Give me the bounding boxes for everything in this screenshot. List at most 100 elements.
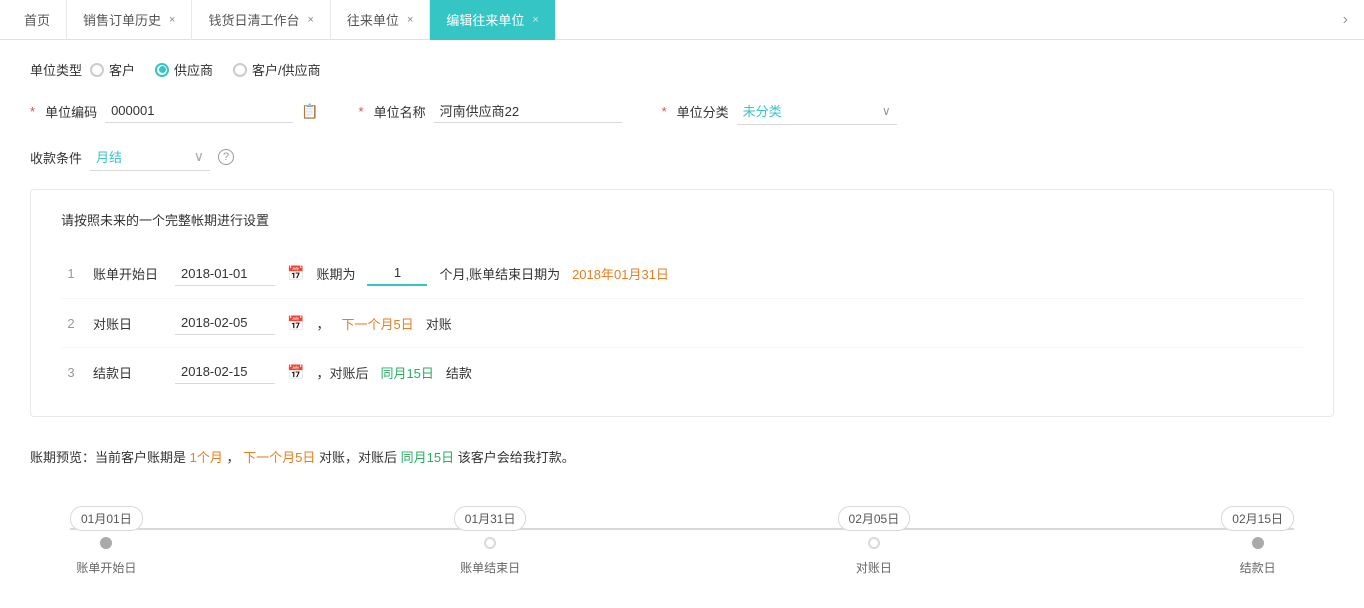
code-calendar-icon[interactable]: 📋 — [301, 103, 318, 120]
preview-mid2: 对账，对账后 — [319, 450, 397, 465]
row-2-date-input[interactable] — [175, 311, 275, 335]
radio-customer-supplier-label: 客户/供应商 — [252, 60, 321, 79]
radio-supplier[interactable]: 供应商 — [155, 60, 213, 79]
row-1-label: 账单开始日 — [93, 264, 163, 283]
tab-partner-list-label: 往来单位 — [347, 10, 399, 29]
code-input[interactable] — [105, 99, 293, 123]
row-3-prefix-highlight: 同月15日 — [380, 363, 433, 382]
category-select[interactable]: 未分类 ∨ — [737, 97, 897, 125]
payment-select[interactable]: 月结 ∨ — [90, 143, 210, 171]
unit-type-row: 单位类型 客户 供应商 客户/供应商 — [30, 60, 1334, 79]
code-label: 单位编码 — [45, 102, 97, 121]
radio-supplier-label: 供应商 — [174, 60, 213, 79]
help-icon[interactable]: ? — [218, 149, 234, 165]
timeline-badge-4: 02月15日 — [1221, 506, 1294, 531]
row-3-label: 结款日 — [93, 363, 163, 382]
row-2-prefix-highlight: 下一个月5日 — [341, 314, 413, 333]
name-input[interactable] — [434, 99, 622, 123]
row-1-suffix-pre: 个月,账单结束日期为 — [439, 264, 560, 283]
radio-customer[interactable]: 客户 — [90, 60, 135, 79]
timeline-dot-4 — [1252, 537, 1264, 549]
row-1-calendar-icon[interactable]: 📅 — [287, 265, 304, 282]
radio-customer-supplier[interactable]: 客户/供应商 — [233, 60, 321, 79]
tabs-expand-button[interactable]: › — [1335, 11, 1356, 29]
tab-cash-reconcile[interactable]: 钱货日清工作台 × — [192, 0, 330, 40]
tab-home[interactable]: 首页 — [8, 0, 67, 40]
timeline-node-1: 01月01日 账单开始日 — [70, 506, 143, 576]
tab-edit-partner-label: 编辑往来单位 — [446, 10, 524, 29]
row-1-suffix-highlight: 2018年01月31日 — [572, 264, 669, 283]
row-3-date-input[interactable] — [175, 360, 275, 384]
row-1-num: 1 — [61, 266, 81, 281]
row-2-calendar-icon[interactable]: 📅 — [287, 315, 304, 332]
row-1-period-input[interactable] — [367, 261, 427, 286]
main-content: 单位类型 客户 供应商 客户/供应商 * 单位编码 — [0, 40, 1364, 608]
timeline-label-2: 账单结束日 — [460, 559, 520, 576]
row-1-date-input[interactable] — [175, 262, 275, 286]
row-1-mid-text: 账期为 — [316, 264, 355, 283]
payment-group: 收款条件 月结 ∨ ? — [30, 143, 234, 171]
payment-label: 收款条件 — [30, 148, 82, 167]
code-required: * — [30, 104, 35, 119]
radio-customer-label: 客户 — [109, 60, 135, 79]
tab-sales-history[interactable]: 销售订单历史 × — [67, 0, 192, 40]
timeline-badge-3: 02月05日 — [838, 506, 911, 531]
tab-home-label: 首页 — [24, 10, 50, 29]
radio-group: 客户 供应商 客户/供应商 — [90, 60, 321, 79]
timeline-dot-2 — [484, 537, 496, 549]
tab-sales-history-close[interactable]: × — [169, 14, 175, 26]
timeline-label-3: 对账日 — [856, 559, 892, 576]
name-label: 单位名称 — [374, 102, 426, 121]
name-required: * — [359, 104, 364, 119]
row-2-num: 2 — [61, 316, 81, 331]
row-3-calendar-icon[interactable]: 📅 — [287, 364, 304, 381]
category-group: * 单位分类 未分类 ∨ — [662, 97, 897, 125]
code-group: * 单位编码 📋 — [30, 99, 319, 123]
preview-highlight3: 同月15日 — [401, 450, 454, 465]
category-required: * — [662, 104, 667, 119]
settings-row-1: 1 账单开始日 📅 账期为 个月,账单结束日期为 2018年01月31日 — [61, 249, 1303, 299]
timeline-label-1: 账单开始日 — [76, 559, 136, 576]
code-name-category-row: * 单位编码 📋 * 单位名称 * 单位分类 未分类 ∨ — [30, 97, 1334, 125]
payment-select-value: 月结 — [96, 147, 190, 166]
timeline-dot-1 — [100, 537, 112, 549]
settings-box: 请按照未来的一个完整帐期进行设置 1 账单开始日 📅 账期为 个月,账单结束日期… — [30, 189, 1334, 417]
preview-prefix: 账期预览：当前客户账期是 — [30, 450, 186, 465]
preview-mid1: ， — [227, 450, 240, 465]
row-3-prefix-comma: ，对账后 — [316, 363, 368, 382]
row-2-label: 对账日 — [93, 314, 163, 333]
row-3-num: 3 — [61, 365, 81, 380]
category-select-value: 未分类 — [743, 101, 874, 120]
radio-customer-supplier-circle — [233, 63, 247, 77]
tabs-bar: 首页 销售订单历史 × 钱货日清工作台 × 往来单位 × 编辑往来单位 × › — [0, 0, 1364, 40]
preview-highlight2: 下一个月5日 — [243, 450, 315, 465]
settings-title: 请按照未来的一个完整帐期进行设置 — [61, 210, 1303, 229]
tab-partner-list-close[interactable]: × — [407, 14, 413, 26]
preview-highlight1: 1个月 — [190, 450, 223, 465]
row-3-suffix-text: 结款 — [446, 363, 472, 382]
radio-customer-circle — [90, 63, 104, 77]
account-preview: 账期预览：当前客户账期是 1个月 ， 下一个月5日 对账，对账后 同月15日 该… — [30, 437, 1334, 476]
category-dropdown-icon: ∨ — [882, 104, 891, 118]
tab-cash-reconcile-close[interactable]: × — [307, 14, 313, 26]
tab-partner-list[interactable]: 往来单位 × — [331, 0, 430, 40]
unit-type-group: 单位类型 客户 供应商 客户/供应商 — [30, 60, 321, 79]
timeline-badge-1: 01月01日 — [70, 506, 143, 531]
preview-suffix: 该客户会给我打款。 — [458, 450, 575, 465]
tab-cash-reconcile-label: 钱货日清工作台 — [208, 10, 299, 29]
row-2-prefix-comma: ， — [316, 314, 329, 333]
row-2-suffix-text: 对账 — [426, 314, 452, 333]
settings-row-2: 2 对账日 📅 ， 下一个月5日 对账 — [61, 299, 1303, 348]
timeline-dot-3 — [868, 537, 880, 549]
timeline-node-2: 01月31日 账单结束日 — [454, 506, 527, 576]
timeline-node-4: 02月15日 结款日 — [1221, 506, 1294, 576]
name-group: * 单位名称 — [359, 99, 622, 123]
tab-edit-partner[interactable]: 编辑往来单位 × — [430, 0, 555, 40]
tab-edit-partner-close[interactable]: × — [532, 14, 538, 26]
payment-row: 收款条件 月结 ∨ ? — [30, 143, 1334, 171]
category-label: 单位分类 — [677, 102, 729, 121]
unit-type-label: 单位类型 — [30, 60, 82, 79]
tab-sales-history-label: 销售订单历史 — [83, 10, 161, 29]
payment-dropdown-icon: ∨ — [194, 148, 204, 165]
timeline-node-3: 02月05日 对账日 — [838, 506, 911, 576]
